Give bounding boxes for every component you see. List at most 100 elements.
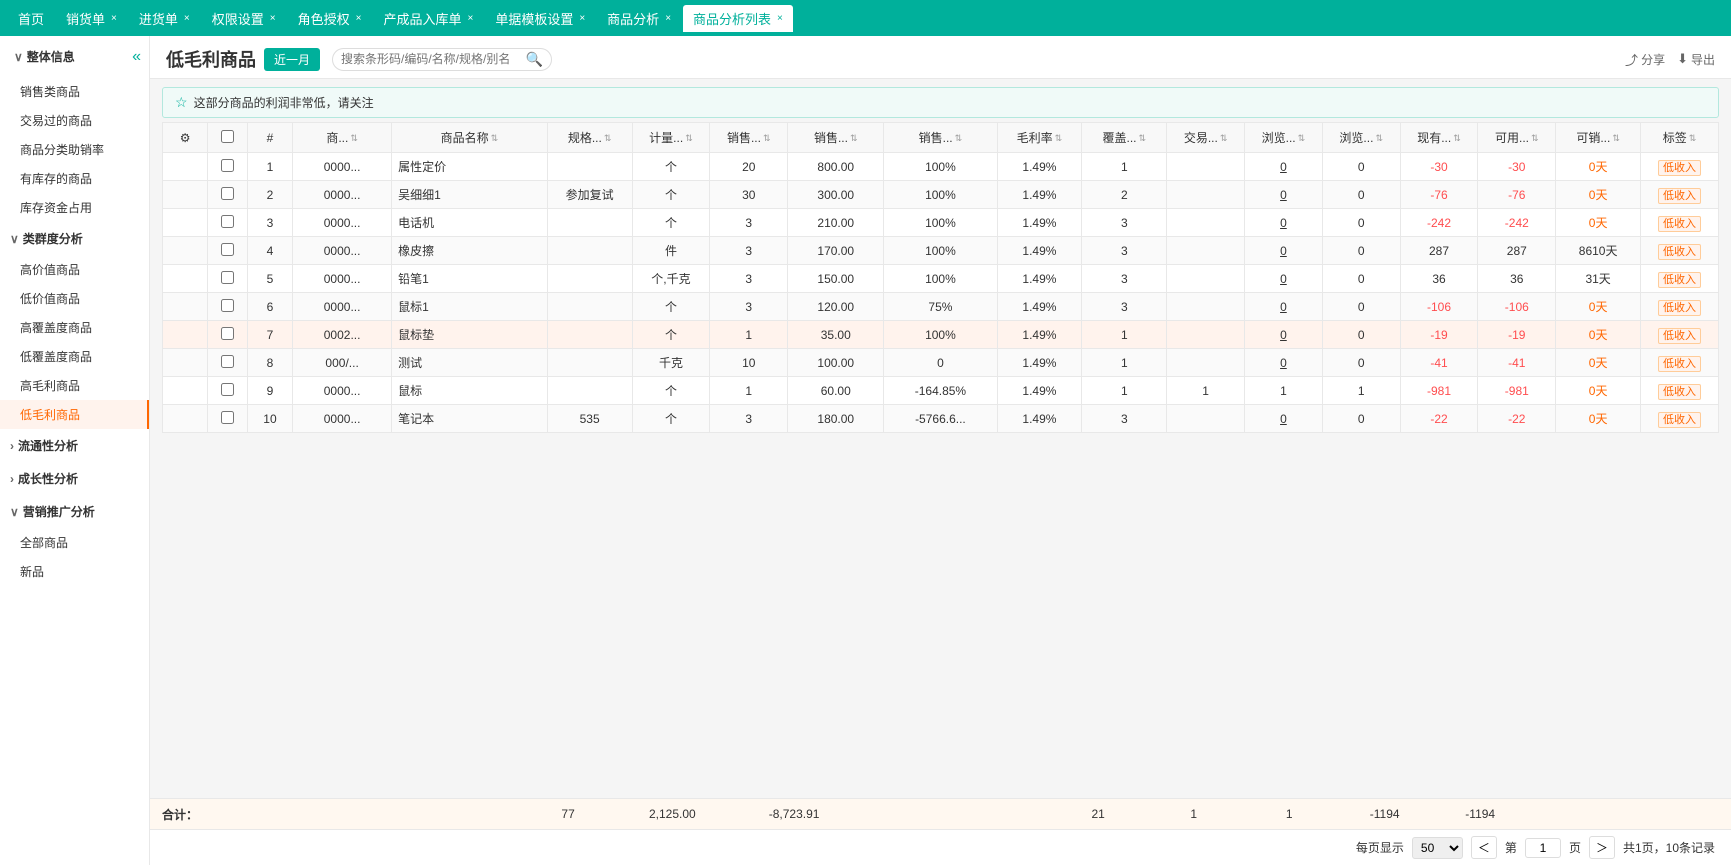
col-stock1[interactable]: 现有...⇅	[1400, 123, 1478, 153]
browse1-link[interactable]: 0	[1280, 356, 1287, 370]
col-browse1-cell[interactable]: 0	[1245, 237, 1323, 265]
col-settings[interactable]: ⚙	[163, 123, 208, 153]
sidebar-group-circulation[interactable]: › 流通性分析	[0, 429, 149, 462]
col-checkbox-cell[interactable]	[208, 293, 248, 321]
nav-home[interactable]: 首页	[8, 5, 54, 32]
close-icon[interactable]: ×	[356, 13, 362, 24]
col-browse1-cell[interactable]: 0	[1245, 405, 1323, 433]
sidebar-item-all-goods[interactable]: 全部商品	[0, 528, 149, 557]
col-checkbox-cell[interactable]	[208, 181, 248, 209]
row-checkbox[interactable]	[221, 411, 234, 424]
row-checkbox[interactable]	[221, 355, 234, 368]
col-code[interactable]: 商...⇅	[293, 123, 392, 153]
row-checkbox[interactable]	[221, 271, 234, 284]
row-checkbox[interactable]	[221, 383, 234, 396]
next-page-button[interactable]: ＞	[1589, 836, 1615, 859]
search-input[interactable]	[341, 52, 522, 66]
col-checkbox[interactable]	[208, 123, 248, 153]
sidebar-collapse-btn[interactable]: «	[128, 46, 145, 68]
nav-purchase-order[interactable]: 进货单 ×	[129, 5, 200, 32]
time-filter-button[interactable]: 近一月	[264, 48, 320, 71]
browse1-link[interactable]: 0	[1280, 160, 1287, 174]
sidebar-group-growth[interactable]: › 成长性分析	[0, 462, 149, 495]
prev-page-button[interactable]: ＜	[1471, 836, 1497, 859]
sidebar-item-traded-goods[interactable]: 交易过的商品	[0, 106, 149, 135]
col-browse2[interactable]: 浏览...⇅	[1322, 123, 1400, 153]
nav-role-auth[interactable]: 角色授权 ×	[288, 5, 372, 32]
col-browse1-cell[interactable]: 0	[1245, 349, 1323, 377]
select-all-checkbox[interactable]	[221, 130, 234, 143]
col-trade[interactable]: 交易...⇅	[1167, 123, 1245, 153]
col-unit[interactable]: 计量...⇅	[632, 123, 710, 153]
sidebar-item-category-sales-rate[interactable]: 商品分类助销率	[0, 135, 149, 164]
row-checkbox[interactable]	[221, 327, 234, 340]
col-checkbox-cell[interactable]	[208, 153, 248, 181]
close-icon[interactable]: ×	[270, 13, 276, 24]
col-checkbox-cell[interactable]	[208, 321, 248, 349]
col-browse1-cell[interactable]: 0	[1245, 321, 1323, 349]
col-browse1[interactable]: 浏览...⇅	[1245, 123, 1323, 153]
nav-product-entry[interactable]: 产成品入库单 ×	[373, 5, 483, 32]
col-browse1-cell[interactable]: 0	[1245, 293, 1323, 321]
row-checkbox[interactable]	[221, 243, 234, 256]
col-sales-amt[interactable]: 销售...⇅	[788, 123, 884, 153]
nav-permissions[interactable]: 权限设置 ×	[202, 5, 286, 32]
sidebar-group-marketing[interactable]: ∨ 营销推广分析	[0, 495, 149, 528]
browse1-link[interactable]: 0	[1280, 216, 1287, 230]
browse1-link[interactable]: 0	[1280, 328, 1287, 342]
col-gross-rate[interactable]: 毛利率⇅	[997, 123, 1082, 153]
sidebar-item-high-margin[interactable]: 高毛利商品	[0, 371, 149, 400]
col-name[interactable]: 商品名称⇅	[392, 123, 548, 153]
col-tag[interactable]: 标签⇅	[1641, 123, 1719, 153]
sidebar-item-low-coverage[interactable]: 低覆盖度商品	[0, 342, 149, 371]
row-checkbox[interactable]	[221, 159, 234, 172]
col-stock3[interactable]: 可销...⇅	[1556, 123, 1641, 153]
row-checkbox[interactable]	[221, 215, 234, 228]
sidebar-item-sales-goods[interactable]: 销售类商品	[0, 77, 149, 106]
col-checkbox-cell[interactable]	[208, 209, 248, 237]
close-icon[interactable]: ×	[111, 13, 117, 24]
sidebar-item-high-value[interactable]: 高价值商品	[0, 255, 149, 284]
row-checkbox[interactable]	[221, 299, 234, 312]
nav-product-analysis-list[interactable]: 商品分析列表 ×	[683, 5, 793, 32]
sidebar-item-new-goods[interactable]: 新品	[0, 557, 149, 586]
sidebar-item-in-stock-goods[interactable]: 有库存的商品	[0, 164, 149, 193]
nav-product-analysis[interactable]: 商品分析 ×	[597, 5, 681, 32]
nav-template-settings[interactable]: 单据模板设置 ×	[485, 5, 595, 32]
col-spec[interactable]: 规格...⇅	[547, 123, 632, 153]
col-checkbox-cell[interactable]	[208, 405, 248, 433]
sidebar-item-high-coverage[interactable]: 高覆盖度商品	[0, 313, 149, 342]
sidebar-item-low-value[interactable]: 低价值商品	[0, 284, 149, 313]
col-stock2[interactable]: 可用...⇅	[1478, 123, 1556, 153]
col-browse1-cell[interactable]: 0	[1245, 153, 1323, 181]
share-button[interactable]: ⤴ 分享	[1625, 50, 1665, 69]
col-coverage[interactable]: 覆盖...⇅	[1082, 123, 1167, 153]
close-icon[interactable]: ×	[665, 13, 671, 24]
page-number-input[interactable]	[1525, 838, 1561, 858]
row-checkbox[interactable]	[221, 187, 234, 200]
col-checkbox-cell[interactable]	[208, 265, 248, 293]
browse1-link[interactable]: 0	[1280, 300, 1287, 314]
export-button[interactable]: ⬇ 导出	[1677, 50, 1715, 69]
col-browse1-cell[interactable]: 0	[1245, 265, 1323, 293]
close-icon[interactable]: ×	[184, 13, 190, 24]
browse1-link[interactable]: 0	[1280, 188, 1287, 202]
nav-sales-order[interactable]: 销货单 ×	[56, 5, 127, 32]
sidebar-item-low-margin[interactable]: 低毛利商品	[0, 400, 149, 429]
close-icon[interactable]: ×	[579, 13, 585, 24]
close-icon[interactable]: ×	[467, 13, 473, 24]
col-checkbox-cell[interactable]	[208, 237, 248, 265]
browse1-link[interactable]: 0	[1280, 244, 1287, 258]
col-sales-qty[interactable]: 销售...⇅	[710, 123, 788, 153]
col-browse1-cell[interactable]: 0	[1245, 209, 1323, 237]
sidebar-group-overall[interactable]: ∨ 整体信息	[4, 40, 85, 73]
close-icon-active[interactable]: ×	[777, 13, 783, 24]
sidebar-group-cluster[interactable]: ∨ 类群度分析	[0, 222, 149, 255]
col-checkbox-cell[interactable]	[208, 377, 248, 405]
browse1-link[interactable]: 0	[1280, 272, 1287, 286]
search-icon[interactable]: 🔍	[526, 51, 543, 68]
table-wrapper[interactable]: ⚙ # 商...⇅ 商品名称⇅ 规格...⇅ 计量...⇅ 销售...⇅ 销售.…	[162, 122, 1719, 798]
col-checkbox-cell[interactable]	[208, 349, 248, 377]
browse1-link[interactable]: 0	[1280, 412, 1287, 426]
per-page-select[interactable]: 50 100 200	[1412, 837, 1463, 859]
